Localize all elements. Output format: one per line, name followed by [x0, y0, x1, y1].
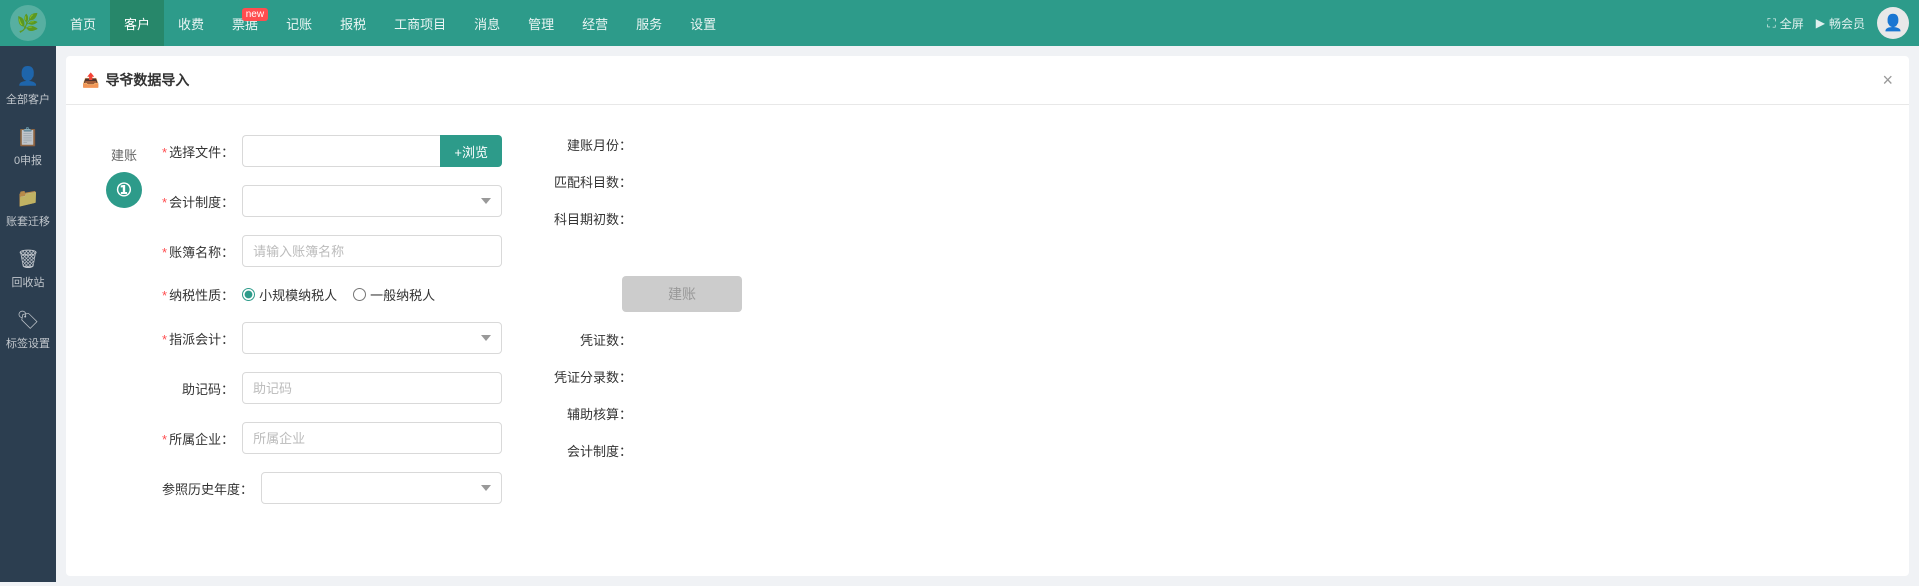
file-text-input[interactable]: [242, 135, 440, 167]
tax-type-label: 纳税性质：: [162, 285, 234, 304]
build-month-label: 建账月份：: [542, 135, 632, 154]
nav-items-container: 首页 客户 收费 票据 new 记账 报税 工商项目 消息 管理 经营: [56, 0, 1767, 46]
file-select-row: 选择文件： +浏览: [162, 135, 502, 167]
tax-type-radio-group: 小规模纳税人 一般纳税人: [242, 285, 502, 304]
nav-item-services[interactable]: 服务: [622, 0, 676, 46]
ledger-name-row: 账簿名称：: [162, 235, 502, 267]
company-input[interactable]: [242, 422, 502, 454]
import-icon: 📤: [82, 72, 99, 89]
step-circle: ①: [106, 172, 142, 208]
member-button[interactable]: ▶ 畅会员: [1816, 15, 1865, 32]
sidebar: 👤 全部客户 📋 0申报 📁 账套迁移 🗑 回收站 🏷 标签设置: [0, 46, 56, 582]
history-year-select[interactable]: [261, 472, 502, 504]
file-input-row: +浏览: [242, 135, 502, 167]
nav-item-tax[interactable]: 报税: [326, 0, 380, 46]
import-panel: 📤 导爷数据导入 × 建账 ① 选择文件：: [66, 56, 1909, 576]
accounting-system-row: 会计制度：: [162, 185, 502, 217]
right-btn-area: 建账: [542, 246, 822, 312]
general-taxpayer-input[interactable]: [353, 288, 366, 301]
right-accounting-system-row: 会计制度：: [542, 441, 822, 460]
nav-item-billing[interactable]: 收费: [164, 0, 218, 46]
subject-initial-row: 科目期初数：: [542, 209, 822, 228]
migration-icon: 📁: [17, 188, 39, 209]
sidebar-item-recycle-bin[interactable]: 🗑 回收站: [0, 239, 56, 300]
voucher-count-row: 凭证数：: [542, 330, 822, 349]
logo-icon: 🌿: [17, 13, 39, 34]
browse-button[interactable]: +浏览: [440, 135, 502, 167]
sidebar-item-account-migration[interactable]: 📁 账套迁移: [0, 178, 56, 239]
sidebar-item-zero-declaration[interactable]: 📋 0申报: [0, 117, 56, 178]
accountant-select[interactable]: [242, 322, 502, 354]
voucher-entries-label: 凭证分录数：: [542, 367, 632, 386]
panel-header: 📤 导爷数据导入 ×: [66, 56, 1909, 105]
voucher-count-label: 凭证数：: [542, 330, 632, 349]
auxiliary-row: 辅助核算：: [542, 404, 822, 423]
close-button[interactable]: ×: [1882, 71, 1893, 89]
small-taxpayer-input[interactable]: [242, 288, 255, 301]
sidebar-item-label-settings[interactable]: 🏷 标签设置: [0, 300, 56, 361]
fullscreen-icon: ⛶: [1767, 16, 1775, 31]
auxiliary-label: 辅助核算：: [542, 404, 632, 423]
panel-title: 📤 导爷数据导入: [82, 70, 189, 90]
nav-item-clients[interactable]: 客户: [110, 0, 164, 46]
avatar-icon: 👤: [1883, 13, 1903, 33]
nav-item-business[interactable]: 工商项目: [380, 0, 460, 46]
company-row: 所属企业：: [162, 422, 502, 454]
memo-input[interactable]: [242, 372, 502, 404]
member-icon: ▶: [1816, 16, 1825, 30]
memo-row: 助记码：: [162, 372, 502, 404]
top-navigation: 🌿 首页 客户 收费 票据 new 记账 报税 工商项目 消息 管理: [0, 0, 1919, 46]
build-account-button[interactable]: 建账: [622, 276, 742, 312]
match-subjects-label: 匹配科目数：: [542, 172, 632, 191]
step-indicator: 建账 ①: [106, 135, 142, 208]
nav-item-settings[interactable]: 设置: [676, 0, 730, 46]
nav-item-bookkeeping[interactable]: 记账: [272, 0, 326, 46]
right-accounting-system-label: 会计制度：: [542, 441, 632, 460]
zero-declaration-icon: 📋: [17, 127, 39, 148]
sidebar-item-all-clients[interactable]: 👤 全部客户: [0, 56, 56, 117]
form-area: 建账 ① 选择文件： +浏览: [66, 105, 1909, 534]
label-settings-icon: 🏷: [17, 310, 40, 331]
tax-type-row: 纳税性质： 小规模纳税人 一般纳税人: [162, 285, 502, 304]
small-taxpayer-radio[interactable]: 小规模纳税人: [242, 285, 337, 304]
memo-label: 助记码：: [162, 379, 234, 398]
company-label: 所属企业：: [162, 429, 234, 448]
general-taxpayer-radio[interactable]: 一般纳税人: [353, 285, 435, 304]
file-label: 选择文件：: [162, 142, 234, 161]
nav-item-invoices[interactable]: 票据 new: [218, 0, 272, 46]
history-year-row: 参照历史年度：: [162, 472, 502, 504]
form-fields: 选择文件： +浏览 会计制度：: [162, 135, 502, 504]
user-avatar[interactable]: 👤: [1877, 7, 1909, 39]
voucher-entries-row: 凭证分录数：: [542, 367, 822, 386]
nav-item-messages[interactable]: 消息: [460, 0, 514, 46]
fullscreen-button[interactable]: ⛶ 全屏: [1767, 15, 1803, 32]
step-label: 建账: [111, 145, 137, 164]
right-info-group: 建账月份： 匹配科目数： 科目期初数：: [542, 135, 822, 228]
ledger-name-label: 账簿名称：: [162, 242, 234, 261]
all-clients-icon: 👤: [17, 66, 39, 87]
accounting-system-label: 会计制度：: [162, 192, 234, 211]
new-badge: new: [242, 8, 268, 21]
right-info-group-2: 凭证数： 凭证分录数： 辅助核算： 会计制度：: [542, 330, 822, 460]
accountant-label: 指派会计：: [162, 329, 234, 348]
build-month-row: 建账月份：: [542, 135, 822, 154]
accountant-row: 指派会计：: [162, 322, 502, 354]
history-year-label: 参照历史年度：: [162, 479, 253, 498]
nav-item-home[interactable]: 首页: [56, 0, 110, 46]
accounting-system-select[interactable]: [242, 185, 502, 217]
main-content: 📤 导爷数据导入 × 建账 ① 选择文件：: [56, 46, 1919, 586]
nav-item-operations[interactable]: 经营: [568, 0, 622, 46]
form-right-section: 建账月份： 匹配科目数： 科目期初数： 建账: [542, 135, 822, 504]
app-logo[interactable]: 🌿: [10, 5, 46, 41]
form-left-section: 建账 ① 选择文件： +浏览: [106, 135, 502, 504]
recycle-bin-icon: 🗑: [17, 249, 40, 270]
ledger-name-input[interactable]: [242, 235, 502, 267]
nav-item-management[interactable]: 管理: [514, 0, 568, 46]
nav-right-area: ⛶ 全屏 ▶ 畅会员 👤: [1767, 7, 1909, 39]
match-subjects-row: 匹配科目数：: [542, 172, 822, 191]
subject-initial-label: 科目期初数：: [542, 209, 632, 228]
